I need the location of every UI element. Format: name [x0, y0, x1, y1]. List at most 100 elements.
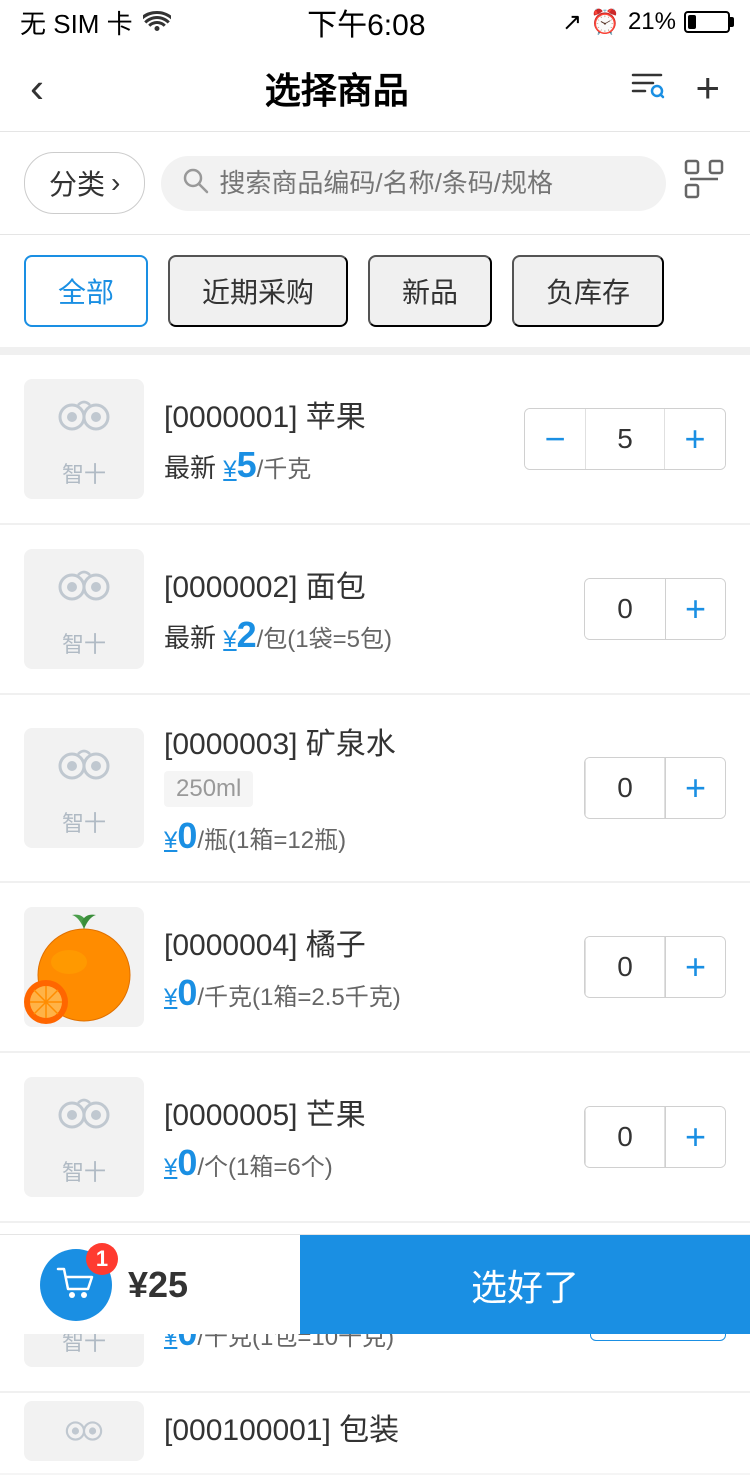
price-unit: /瓶(1箱=12瓶)	[197, 827, 346, 854]
category-button[interactable]: 分类 ›	[24, 152, 145, 214]
tab-all[interactable]: 全部	[24, 255, 148, 327]
owl-logo: 智十	[44, 399, 124, 479]
price-num: 0	[177, 972, 197, 1013]
product-name: [0000004] 橘子	[164, 920, 564, 964]
quantity-input[interactable]	[585, 1107, 665, 1167]
price-unit: /千克(1箱=2.5千克)	[197, 984, 400, 1011]
status-left: 无 SIM 卡	[20, 4, 171, 41]
cart-badge: 1	[86, 1243, 118, 1275]
product-name: [0000003] 矿泉水	[164, 719, 564, 763]
list-item: 智十 [0000003] 矿泉水 250ml ¥0/瓶(1箱=12瓶) +	[0, 695, 750, 881]
price-symbol: ¥	[164, 1154, 177, 1181]
owl-logo: 智十	[44, 748, 124, 828]
list-item: 智十 [0000005] 芒果 ¥0/个(1箱=6个) +	[0, 1053, 750, 1221]
price-symbol: ¥	[164, 984, 177, 1011]
product-image	[24, 907, 144, 1027]
price-symbol: ¥	[223, 456, 236, 483]
product-name: [000100001] 包装	[164, 1405, 726, 1449]
price-label: 最新	[164, 623, 216, 653]
alarm-icon: ⏰	[590, 8, 620, 37]
quantity-control-add-only: +	[584, 936, 726, 998]
quantity-increase-button[interactable]: +	[665, 758, 725, 818]
quantity-control-add-only: +	[584, 757, 726, 819]
bottom-bar: 1 ¥25 选好了	[0, 1234, 750, 1334]
nav-title: 选择商品	[265, 62, 409, 114]
product-info: [0000001] 苹果 最新 ¥5/千克	[164, 392, 504, 486]
product-thumbnail: 智十	[24, 1077, 144, 1197]
price-symbol: ¥	[223, 626, 236, 653]
quantity-input[interactable]	[585, 409, 665, 469]
product-info: [000100001] 包装	[164, 1405, 726, 1457]
price-num: 2	[237, 614, 257, 655]
quantity-input[interactable]	[585, 937, 665, 997]
price-unit: /千克	[257, 456, 312, 483]
price-num: 0	[177, 815, 197, 856]
price-symbol: ¥	[164, 827, 177, 854]
product-info: [0000005] 芒果 ¥0/个(1箱=6个)	[164, 1090, 564, 1184]
carrier-label: 无 SIM 卡	[20, 4, 133, 41]
tab-new[interactable]: 新品	[368, 255, 492, 327]
price-num: 5	[237, 444, 257, 485]
cart-icon-button[interactable]: 1	[40, 1249, 112, 1321]
search-input[interactable]	[219, 168, 646, 199]
quantity-decrease-button[interactable]: −	[525, 409, 585, 469]
product-info: [0000002] 面包 最新 ¥2/包(1袋=5包)	[164, 562, 564, 656]
cart-area: 1 ¥25	[0, 1249, 300, 1321]
product-price: ¥0/千克(1箱=2.5千克)	[164, 972, 564, 1014]
product-thumbnail: 智十	[24, 728, 144, 848]
quantity-increase-button[interactable]: +	[665, 1107, 725, 1167]
filter-icon[interactable]	[629, 65, 665, 110]
product-thumbnail	[24, 907, 144, 1027]
quantity-increase-button[interactable]: +	[665, 409, 725, 469]
search-icon	[181, 166, 209, 201]
wifi-icon	[143, 7, 171, 38]
price-num: 0	[177, 1142, 197, 1183]
back-button[interactable]: ‹	[30, 64, 44, 112]
battery-icon	[684, 11, 730, 33]
product-price: 最新 ¥5/千克	[164, 444, 504, 486]
quantity-control-add-only: +	[584, 578, 726, 640]
add-icon[interactable]: +	[695, 64, 720, 112]
owl-logo: 智十	[44, 569, 124, 649]
product-name: [0000001] 苹果	[164, 392, 504, 436]
cart-icon	[56, 1267, 96, 1303]
search-input-wrap[interactable]	[161, 156, 666, 211]
status-bar: 无 SIM 卡 下午6:08 ↗ ⏰ 21%	[0, 0, 750, 44]
battery-percent: 21%	[628, 8, 676, 36]
tab-bar: 全部 近期采购 新品 负库存	[0, 235, 750, 355]
category-label: 分类	[49, 163, 105, 203]
status-right: ↗ ⏰ 21%	[562, 8, 730, 37]
product-spec: 250ml	[164, 771, 253, 807]
list-item: [000100001] 包装	[0, 1393, 750, 1473]
quantity-increase-button[interactable]: +	[665, 579, 725, 639]
quantity-input[interactable]	[585, 579, 665, 639]
price-unit: /包(1袋=5包)	[257, 626, 392, 653]
nav-left: ‹	[30, 64, 44, 112]
tab-negative[interactable]: 负库存	[512, 255, 664, 327]
product-price: 最新 ¥2/包(1袋=5包)	[164, 614, 564, 656]
price-label: 最新	[164, 453, 216, 483]
owl-logo	[44, 1401, 124, 1461]
category-arrow: ›	[111, 167, 120, 199]
scan-icon[interactable]	[682, 157, 726, 210]
product-price: ¥0/瓶(1箱=12瓶)	[164, 815, 564, 857]
product-name: [0000002] 面包	[164, 562, 564, 606]
quantity-input[interactable]	[585, 758, 665, 818]
list-item: 智十 [0000001] 苹果 最新 ¥5/千克 − +	[0, 355, 750, 523]
nav-right: +	[629, 64, 720, 112]
cart-total: ¥25	[128, 1264, 188, 1306]
quantity-increase-button[interactable]: +	[665, 937, 725, 997]
confirm-button[interactable]: 选好了	[300, 1235, 750, 1334]
search-bar: 分类 ›	[0, 132, 750, 235]
product-price: ¥0/个(1箱=6个)	[164, 1142, 564, 1184]
quantity-control: − +	[524, 408, 726, 470]
list-item: [0000004] 橘子 ¥0/千克(1箱=2.5千克) +	[0, 883, 750, 1051]
product-name: [0000005] 芒果	[164, 1090, 564, 1134]
status-time: 下午6:08	[307, 0, 425, 44]
product-info: [0000004] 橘子 ¥0/千克(1箱=2.5千克)	[164, 920, 564, 1014]
price-unit: /个(1箱=6个)	[197, 1154, 332, 1181]
product-thumbnail: 智十	[24, 379, 144, 499]
tab-recent[interactable]: 近期采购	[168, 255, 348, 327]
location-icon: ↗	[562, 8, 582, 37]
owl-logo: 智十	[44, 1097, 124, 1177]
